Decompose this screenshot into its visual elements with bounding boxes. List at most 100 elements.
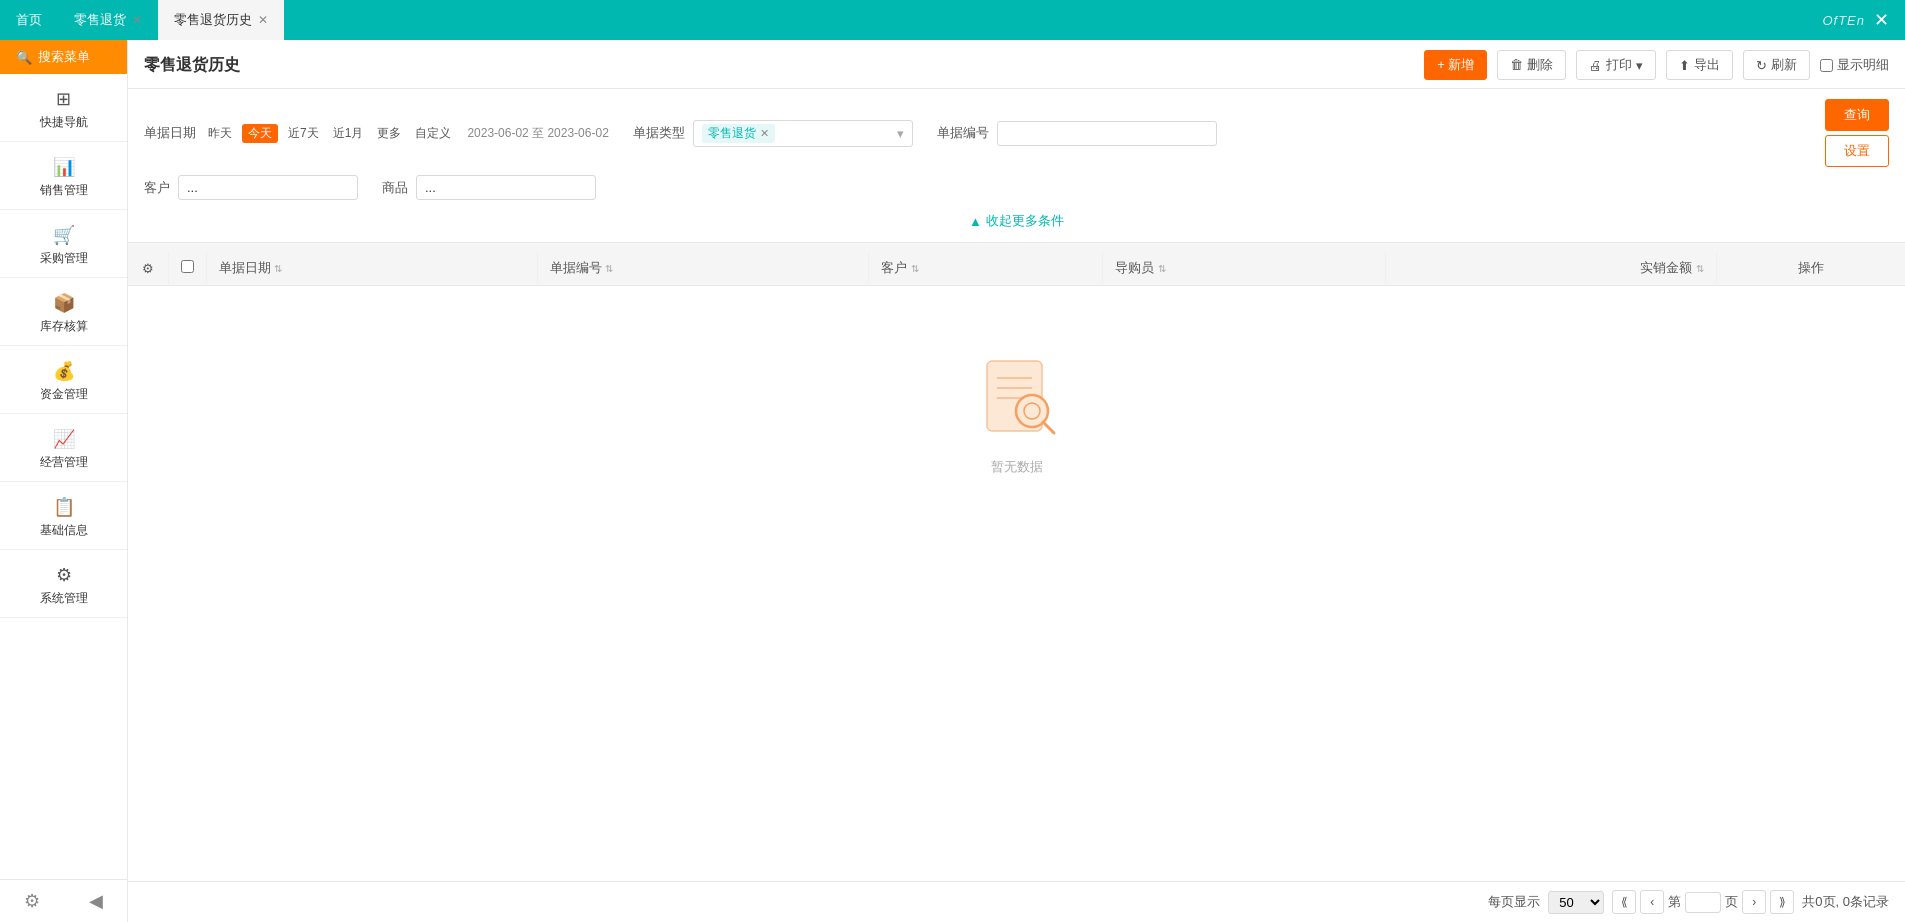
delete-button[interactable]: 🗑 删除 xyxy=(1497,50,1566,80)
per-page-select[interactable]: 50 10 20 100 xyxy=(1548,891,1604,914)
tab-retail-return-close[interactable]: ✕ xyxy=(132,13,142,27)
sidebar-search[interactable]: 🔍 搜索菜单 xyxy=(0,40,127,74)
window-close-button[interactable]: ✕ xyxy=(1874,11,1889,29)
th-number-sort-icon: ⇅ xyxy=(605,263,613,274)
purchase-mgmt-icon: 🛒 xyxy=(53,224,75,246)
filter-collapse[interactable]: ▲ 收起更多条件 xyxy=(144,208,1889,232)
sidebar-item-purchase-mgmt-label: 采购管理 xyxy=(40,250,88,267)
sidebar-item-ops-mgmt[interactable]: 📈 经营管理 xyxy=(0,414,127,482)
add-button[interactable]: + 新增 xyxy=(1424,50,1487,80)
page-next-button[interactable]: › xyxy=(1742,890,1766,914)
voucher-number-input[interactable] xyxy=(997,121,1217,146)
print-label: 打印 xyxy=(1606,56,1632,74)
tab-home[interactable]: 首页 xyxy=(0,0,58,40)
tab-retail-return[interactable]: 零售退货 ✕ xyxy=(58,0,158,40)
date-shortcut-more[interactable]: 更多 xyxy=(373,124,405,143)
sidebar-item-ops-mgmt-label: 经营管理 xyxy=(40,454,88,471)
page-prev-button[interactable]: ‹ xyxy=(1640,890,1664,914)
print-button[interactable]: 🖨 打印 ▾ xyxy=(1576,50,1656,80)
date-range-display: 2023-06-02 至 2023-06-02 xyxy=(467,125,608,142)
sales-mgmt-icon: 📊 xyxy=(53,156,75,178)
export-icon: ⬆ xyxy=(1679,58,1690,73)
sidebar-item-quick-nav[interactable]: ⊞ 快捷导航 xyxy=(0,74,127,142)
page-nav: ⟪ ‹ 第 1 页 › ⟫ xyxy=(1612,890,1794,914)
settings-button[interactable]: 设置 xyxy=(1825,135,1889,167)
select-all-checkbox[interactable] xyxy=(181,260,194,273)
show-detail-checkbox[interactable] xyxy=(1820,59,1833,72)
th-checkbox[interactable] xyxy=(168,251,206,286)
content-area: 零售退货历史 + 新增 🗑 删除 🖨 打印 ▾ ⬆ 导出 ↻ 刷新 xyxy=(128,40,1905,922)
sidebar-settings-icon[interactable]: ⚙ xyxy=(24,890,40,912)
date-shortcut-custom[interactable]: 自定义 xyxy=(411,124,455,143)
th-customer-sort-icon: ⇅ xyxy=(911,263,919,274)
sys-mgmt-icon: ⚙ xyxy=(56,564,72,586)
customer-dots: ... xyxy=(187,180,198,195)
th-customer[interactable]: 客户 ⇅ xyxy=(868,251,1102,286)
filter-area: 单据日期 昨天 今天 近7天 近1月 更多 自定义 2023-06-02 至 2… xyxy=(128,89,1905,243)
quick-nav-icon: ⊞ xyxy=(56,88,71,110)
date-filter-label: 单据日期 xyxy=(144,124,196,142)
collapse-chevron-icon: ▲ xyxy=(969,214,982,229)
page-number-input[interactable]: 1 xyxy=(1685,892,1721,913)
th-date[interactable]: 单据日期 ⇅ xyxy=(206,251,537,286)
tab-list: 首页 零售退货 ✕ 零售退货历史 ✕ xyxy=(0,0,284,40)
voucher-number-filter: 单据编号 xyxy=(937,121,1217,146)
sidebar-item-finance[interactable]: 💰 资金管理 xyxy=(0,346,127,414)
settings-gear-icon[interactable]: ⚙ xyxy=(142,261,154,276)
th-number[interactable]: 单据编号 ⇅ xyxy=(537,251,868,286)
date-shortcut-today[interactable]: 今天 xyxy=(242,124,278,143)
sidebar-collapse-icon[interactable]: ◀ xyxy=(89,890,103,912)
date-shortcut-1month[interactable]: 近1月 xyxy=(329,124,368,143)
voucher-type-tag: 零售退货 ✕ xyxy=(702,124,775,143)
customer-input[interactable]: ... xyxy=(178,175,358,200)
base-info-icon: 📋 xyxy=(53,496,75,518)
page-header: 零售退货历史 + 新增 🗑 删除 🖨 打印 ▾ ⬆ 导出 ↻ 刷新 xyxy=(128,40,1905,89)
per-page-label: 每页显示 xyxy=(1488,893,1540,911)
refresh-button[interactable]: ↻ 刷新 xyxy=(1743,50,1810,80)
voucher-number-label: 单据编号 xyxy=(937,124,989,142)
tab-home-label: 首页 xyxy=(16,11,42,29)
tab-retail-return-label: 零售退货 xyxy=(74,11,126,29)
goods-filter: 商品 ... xyxy=(382,175,596,200)
page-label: 第 xyxy=(1668,893,1681,911)
voucher-type-chevron: ▾ xyxy=(897,126,904,141)
date-shortcut-7days[interactable]: 近7天 xyxy=(284,124,323,143)
export-button[interactable]: ⬆ 导出 xyxy=(1666,50,1733,80)
sidebar-item-finance-label: 资金管理 xyxy=(40,386,88,403)
query-settings-buttons: 查询 设置 xyxy=(1825,99,1889,167)
voucher-type-label: 单据类型 xyxy=(633,124,685,142)
th-amount-label: 实销金额 xyxy=(1640,260,1692,275)
finance-icon: 💰 xyxy=(53,360,75,382)
th-settings[interactable]: ⚙ xyxy=(128,251,168,286)
inventory-icon: 📦 xyxy=(53,292,75,314)
data-table: ⚙ 单据日期 ⇅ 单据编号 ⇅ xyxy=(128,251,1905,286)
header-actions: + 新增 🗑 删除 🖨 打印 ▾ ⬆ 导出 ↻ 刷新 显示明细 xyxy=(1424,50,1889,80)
page-last-button[interactable]: ⟫ xyxy=(1770,890,1794,914)
sidebar-item-sales-mgmt[interactable]: 📊 销售管理 xyxy=(0,142,127,210)
voucher-type-tag-text: 零售退货 xyxy=(708,125,756,142)
sidebar-item-sys-mgmt[interactable]: ⚙ 系统管理 xyxy=(0,550,127,618)
query-button[interactable]: 查询 xyxy=(1825,99,1889,131)
date-shortcut-yesterday[interactable]: 昨天 xyxy=(204,124,236,143)
export-label: 导出 xyxy=(1694,56,1720,74)
voucher-type-tag-close[interactable]: ✕ xyxy=(760,127,769,140)
goods-dots: ... xyxy=(425,180,436,195)
page-first-button[interactable]: ⟪ xyxy=(1612,890,1636,914)
sidebar-item-sales-mgmt-label: 销售管理 xyxy=(40,182,88,199)
th-amount[interactable]: 实销金额 ⇅ xyxy=(1385,251,1716,286)
th-guide[interactable]: 导购员 ⇅ xyxy=(1102,251,1385,286)
voucher-type-select[interactable]: 零售退货 ✕ ▾ xyxy=(693,120,913,147)
filter-row-1: 单据日期 昨天 今天 近7天 近1月 更多 自定义 2023-06-02 至 2… xyxy=(144,99,1889,167)
goods-input[interactable]: ... xyxy=(416,175,596,200)
th-guide-sort-icon: ⇅ xyxy=(1158,263,1166,274)
sidebar-item-inventory[interactable]: 📦 库存核算 xyxy=(0,278,127,346)
sidebar-item-purchase-mgmt[interactable]: 🛒 采购管理 xyxy=(0,210,127,278)
show-detail-checkbox-area: 显示明细 xyxy=(1820,56,1889,74)
tab-retail-return-history-close[interactable]: ✕ xyxy=(258,13,268,27)
show-detail-label[interactable]: 显示明细 xyxy=(1837,56,1889,74)
brand-text: OfTEn xyxy=(1822,13,1865,28)
tab-retail-return-history[interactable]: 零售退货历史 ✕ xyxy=(158,0,284,40)
sidebar-item-base-info[interactable]: 📋 基础信息 xyxy=(0,482,127,550)
empty-state: 暂无数据 xyxy=(128,286,1905,536)
page-title: 零售退货历史 xyxy=(144,55,240,76)
